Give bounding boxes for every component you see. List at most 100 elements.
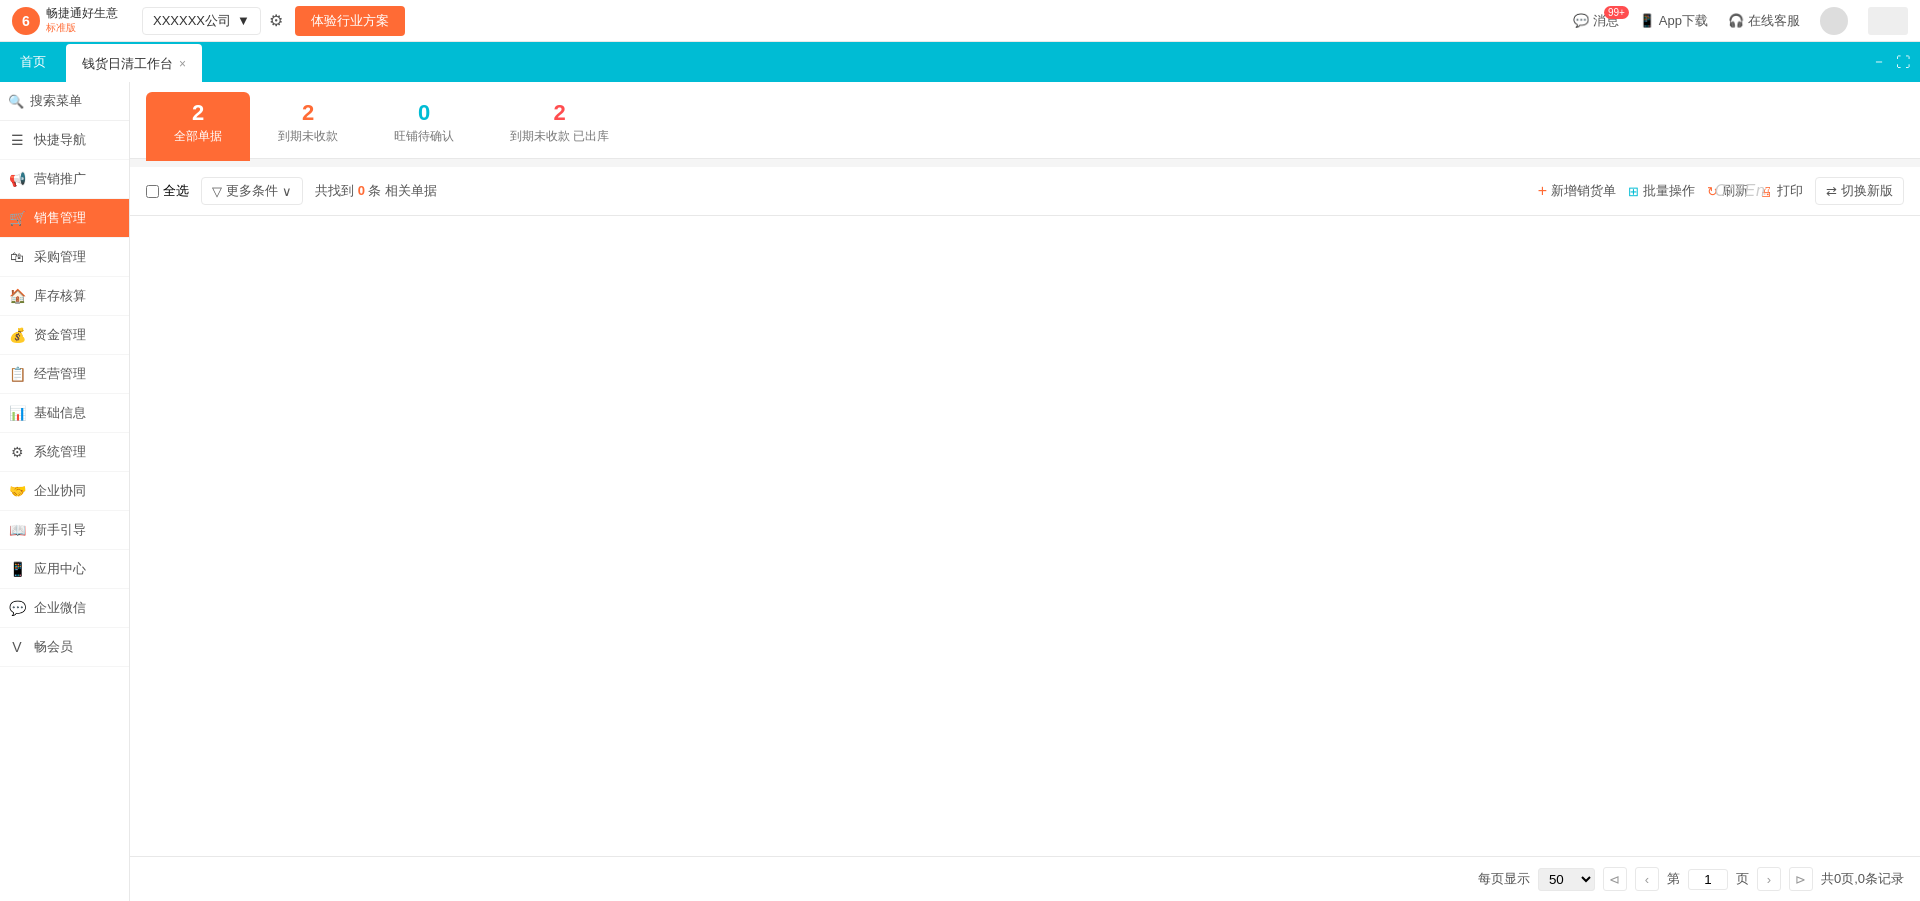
found-count: 0: [358, 183, 365, 198]
tab-home[interactable]: 首页: [0, 42, 66, 82]
pagination: 每页显示 50 100 200 ⊲ ‹ 第 页 › ⊳ 共0页,0条记录: [130, 856, 1920, 901]
app-download-icon: 📱: [1639, 13, 1655, 28]
sidebar-icon-7: 📊: [8, 404, 26, 422]
sidebar-item-10[interactable]: 📖 新手引导: [0, 511, 129, 550]
tab-active[interactable]: 钱货日清工作台 ×: [66, 44, 202, 84]
sidebar-item-9[interactable]: 🤝企业协同: [0, 472, 129, 511]
sidebar-label-13: 畅会员: [34, 638, 73, 656]
stat-tab-3[interactable]: 2到期未收款 已出库: [482, 92, 637, 158]
sidebar-icon-8: ⚙: [8, 443, 26, 461]
sidebar-label-0: 快捷导航: [34, 131, 86, 149]
sidebar-label-11: 应用中心: [34, 560, 86, 578]
logo-name: 畅捷通好生意: [46, 6, 118, 22]
message-icon: 💬: [1573, 13, 1589, 28]
sidebar-label-10: 新手引导: [34, 521, 86, 539]
sidebar-label-9: 企业协同: [34, 482, 86, 500]
sidebar-item-1[interactable]: 📢 营销推广: [0, 160, 129, 199]
avatar[interactable]: [1820, 7, 1848, 35]
sidebar-icon-11: 📱: [8, 560, 26, 578]
switch-label: 切换新版: [1841, 182, 1893, 200]
page-input[interactable]: [1688, 869, 1728, 890]
per-page-label: 每页显示: [1478, 870, 1530, 888]
watermark-text: OfTEn: [1715, 182, 1766, 200]
toolbar: 全选 ▽ 更多条件 ∨ 共找到 0 条 相关单据 + 新增销货单 ⊞ 批量操作: [130, 167, 1920, 216]
sidebar-item-6[interactable]: 📋经营管理: [0, 355, 129, 394]
select-all-checkbox[interactable]: 全选: [146, 182, 189, 200]
sidebar-item-3[interactable]: 🛍采购管理: [0, 238, 129, 277]
sidebar-label-3: 采购管理: [34, 248, 86, 266]
logo-sub: 标准版: [46, 21, 118, 35]
switch-btn[interactable]: ⇄ 切换新版: [1815, 177, 1904, 205]
logo-area: 6 畅捷通好生意 标准版: [12, 6, 142, 36]
plus-icon: +: [1538, 182, 1547, 200]
sidebar-item-0[interactable]: ☰快捷导航: [0, 121, 129, 160]
first-page-btn[interactable]: ⊲: [1603, 867, 1627, 891]
sidebar: 🔍 搜索菜单 ☰快捷导航 📢 营销推广 🛒销售管理🛍采购管理 🏠 库存核算 💰 资金管理 📋经营…: [0, 82, 130, 901]
sidebar-icon-2: 🛒: [8, 209, 26, 227]
print-label: 打印: [1777, 182, 1803, 200]
tab-minimize-icon[interactable]: －: [1872, 53, 1886, 71]
stat-tab-0[interactable]: 2全部单据: [146, 92, 250, 161]
sidebar-label-4: 库存核算: [34, 287, 86, 305]
filter-icon: ▽: [212, 184, 222, 199]
app-download-label: App下载: [1659, 12, 1708, 30]
found-text: 共找到 0 条 相关单据: [315, 182, 437, 200]
stats-tabs: 2全部单据2到期未收款0旺铺待确认2到期未收款 已出库: [130, 82, 1920, 159]
settings-icon[interactable]: ⚙: [269, 11, 283, 30]
sidebar-item-8[interactable]: ⚙ 系统管理: [0, 433, 129, 472]
batch-btn[interactable]: ⊞ 批量操作: [1628, 182, 1695, 200]
sidebar-item-5[interactable]: 💰 资金管理: [0, 316, 129, 355]
company-selector[interactable]: XXXXXX公司 ▼: [142, 7, 261, 35]
sidebar-items: ☰快捷导航 📢 营销推广 🛒销售管理🛍采购管理 🏠 库存核算 💰 资金管理 📋经营管理 📊 基础信息…: [0, 121, 129, 667]
sidebar-item-7[interactable]: 📊 基础信息: [0, 394, 129, 433]
sidebar-label-5: 资金管理: [34, 326, 86, 344]
last-page-btn[interactable]: ⊳: [1789, 867, 1813, 891]
add-sales-btn[interactable]: + 新增销货单: [1538, 182, 1616, 200]
total-info: 共0页,0条记录: [1821, 870, 1904, 888]
company-name: XXXXXX公司: [153, 12, 231, 30]
filter-arrow-icon: ∨: [282, 184, 292, 199]
select-all-label: 全选: [163, 182, 189, 200]
sidebar-label-1: 营销推广: [34, 170, 86, 188]
online-service-btn[interactable]: 🎧 在线客服: [1728, 12, 1800, 30]
print-btn[interactable]: 🖨 打印: [1760, 182, 1803, 200]
per-page-select[interactable]: 50 100 200: [1538, 868, 1595, 891]
tab-maximize-icon[interactable]: ⛶: [1896, 54, 1910, 70]
sidebar-item-4[interactable]: 🏠 库存核算: [0, 277, 129, 316]
sidebar-icon-10: 📖: [8, 521, 26, 539]
search-label: 搜索菜单: [30, 92, 82, 110]
message-btn[interactable]: 💬 消息 99+: [1573, 12, 1619, 30]
sidebar-item-12[interactable]: 💬企业微信: [0, 589, 129, 628]
table-area: [130, 216, 1920, 856]
app-download-btn[interactable]: 📱 App下载: [1639, 12, 1708, 30]
select-all-input[interactable]: [146, 185, 159, 198]
sidebar-icon-1: 📢: [8, 170, 26, 188]
stat-tab-1[interactable]: 2到期未收款: [250, 92, 366, 158]
tab-close-icon[interactable]: ×: [179, 57, 186, 71]
logo-icon: 6: [12, 7, 40, 35]
switch-icon: ⇄: [1826, 184, 1837, 199]
industry-btn[interactable]: 体验行业方案: [295, 6, 405, 36]
sidebar-search[interactable]: 🔍 搜索菜单: [0, 82, 129, 121]
tab-bar-right: － ⛶: [1872, 53, 1920, 71]
sidebar-icon-6: 📋: [8, 365, 26, 383]
sidebar-item-13[interactable]: V畅会员: [0, 628, 129, 667]
page-label: 第: [1667, 870, 1680, 888]
batch-icon: ⊞: [1628, 184, 1639, 199]
sidebar-item-2[interactable]: 🛒销售管理: [0, 199, 129, 238]
dropdown-arrow-icon: ▼: [237, 13, 250, 28]
user-name-area[interactable]: [1868, 7, 1908, 35]
sidebar-item-11[interactable]: 📱 应用中心: [0, 550, 129, 589]
sidebar-label-7: 基础信息: [34, 404, 86, 422]
batch-label: 批量操作: [1643, 182, 1695, 200]
next-page-btn[interactable]: ›: [1757, 867, 1781, 891]
prev-page-btn[interactable]: ‹: [1635, 867, 1659, 891]
sidebar-icon-5: 💰: [8, 326, 26, 344]
sidebar-icon-4: 🏠: [8, 287, 26, 305]
header-right: 💬 消息 99+ 📱 App下载 🎧 在线客服: [1573, 7, 1908, 35]
filter-btn[interactable]: ▽ 更多条件 ∨: [201, 177, 303, 205]
stat-tab-2[interactable]: 0旺铺待确认: [366, 92, 482, 158]
add-sales-label: 新增销货单: [1551, 182, 1616, 200]
tab-bar: 首页 钱货日清工作台 × － ⛶: [0, 42, 1920, 82]
sidebar-label-8: 系统管理: [34, 443, 86, 461]
